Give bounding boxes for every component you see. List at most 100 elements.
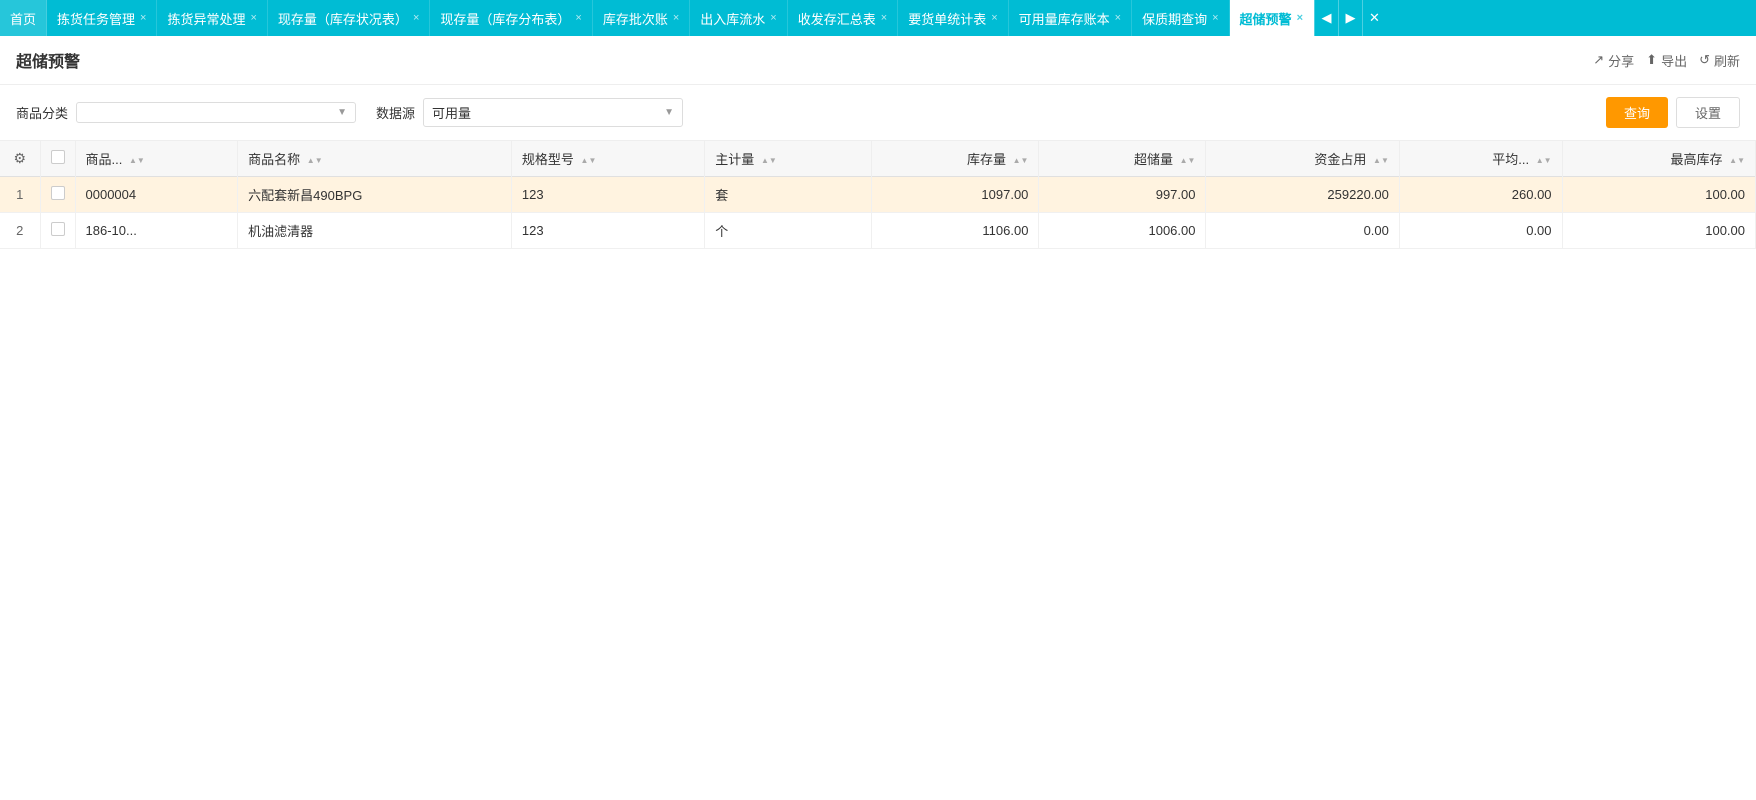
row-checkbox[interactable]	[51, 186, 65, 200]
nav-prev-button[interactable]: ◀	[1314, 0, 1338, 36]
chevron-down-icon: ▼	[664, 107, 674, 118]
row-max-stock: 100.00	[1562, 213, 1755, 249]
close-icon[interactable]: ×	[413, 12, 419, 24]
row-index: 2	[0, 213, 40, 249]
sort-icon: ▲▼	[1536, 157, 1552, 165]
row-unit: 套	[705, 177, 872, 213]
close-icon[interactable]: ×	[1212, 12, 1218, 24]
close-icon[interactable]: ×	[1297, 12, 1303, 24]
nav-item-pick-abnormal[interactable]: 拣货异常处理 ×	[157, 0, 267, 36]
data-source-value: 可用量	[432, 103, 471, 122]
close-icon[interactable]: ×	[673, 12, 679, 24]
share-button[interactable]: ↗ 分享	[1593, 51, 1634, 70]
data-table: ⚙ 商品... ▲▼ 商品名称 ▲▼ 规格型号 ▲▼	[0, 141, 1756, 249]
row-unit: 个	[705, 213, 872, 249]
row-avg: 260.00	[1399, 177, 1562, 213]
filter-actions: 查询 设置	[1606, 97, 1740, 128]
nav-item-stock-dist[interactable]: 现存量（库存分布表） ×	[430, 0, 592, 36]
sort-icon: ▲▼	[581, 157, 597, 165]
nav-item-home[interactable]: 首页	[0, 0, 47, 36]
nav-next-button[interactable]: ▶	[1338, 0, 1362, 36]
data-source-select[interactable]: 可用量 ▼	[423, 98, 683, 127]
row-product-name: 机油滤清器	[238, 213, 512, 249]
page-header: 超储预警 ↗ 分享 ⬆ 导出 ↺ 刷新	[0, 36, 1756, 85]
page-title: 超储预警	[16, 48, 80, 72]
table-row: 2 186-10... 机油滤清器 123 个 1106.00 1006.00 …	[0, 213, 1756, 249]
th-stock[interactable]: 库存量 ▲▼	[872, 141, 1039, 177]
row-product-code: 0000004	[75, 177, 238, 213]
select-all-checkbox[interactable]	[51, 150, 65, 164]
filter-bar: 商品分类 ▼ 数据源 可用量 ▼ 查询 设置	[0, 85, 1756, 141]
product-category-select[interactable]: ▼	[76, 102, 356, 123]
row-spec: 123	[511, 213, 704, 249]
product-category-label: 商品分类	[16, 103, 68, 122]
row-capital: 259220.00	[1206, 177, 1399, 213]
sort-icon: ▲▼	[307, 157, 323, 165]
close-icon[interactable]: ×	[250, 12, 256, 24]
sort-icon: ▲▼	[129, 157, 145, 165]
row-product-code: 186-10...	[75, 213, 238, 249]
close-icon[interactable]: ×	[140, 12, 146, 24]
nav-item-flow[interactable]: 出入库流水 ×	[690, 0, 787, 36]
sort-icon: ▲▼	[761, 157, 777, 165]
th-product-code[interactable]: 商品... ▲▼	[75, 141, 238, 177]
th-spec[interactable]: 规格型号 ▲▼	[511, 141, 704, 177]
row-stock: 1097.00	[872, 177, 1039, 213]
th-max-stock[interactable]: 最高库存 ▲▼	[1562, 141, 1755, 177]
gear-icon[interactable]: ⚙	[13, 150, 26, 166]
th-overstock[interactable]: 超储量 ▲▼	[1039, 141, 1206, 177]
refresh-icon: ↺	[1699, 52, 1710, 68]
nav-item-pick-task[interactable]: 拣货任务管理 ×	[47, 0, 157, 36]
row-capital: 0.00	[1206, 213, 1399, 249]
nav-item-summary[interactable]: 收发存汇总表 ×	[788, 0, 898, 36]
table-header-row: ⚙ 商品... ▲▼ 商品名称 ▲▼ 规格型号 ▲▼	[0, 141, 1756, 177]
th-checkbox[interactable]	[40, 141, 75, 177]
sort-icon: ▲▼	[1013, 157, 1029, 165]
chevron-down-icon: ▼	[337, 107, 347, 118]
close-icon[interactable]: ×	[770, 12, 776, 24]
top-nav: 首页 拣货任务管理 × 拣货异常处理 × 现存量（库存状况表） × 现存量（库存…	[0, 0, 1756, 36]
data-source-label: 数据源	[376, 103, 415, 122]
row-max-stock: 100.00	[1562, 177, 1755, 213]
header-actions: ↗ 分享 ⬆ 导出 ↺ 刷新	[1593, 51, 1740, 70]
row-checkbox-cell[interactable]	[40, 213, 75, 249]
share-icon: ↗	[1593, 52, 1604, 68]
refresh-button[interactable]: ↺ 刷新	[1699, 51, 1740, 70]
nav-item-available[interactable]: 可用量库存账本 ×	[1009, 0, 1132, 36]
th-product-name[interactable]: 商品名称 ▲▼	[238, 141, 512, 177]
nav-item-overstock[interactable]: 超储预警 ×	[1230, 0, 1314, 36]
row-avg: 0.00	[1399, 213, 1562, 249]
close-icon[interactable]: ×	[1115, 12, 1121, 24]
row-product-name: 六配套新昌490BPG	[238, 177, 512, 213]
sort-icon: ▲▼	[1180, 157, 1196, 165]
nav-close-button[interactable]: ✕	[1362, 0, 1386, 36]
row-checkbox-cell[interactable]	[40, 177, 75, 213]
row-overstock: 1006.00	[1039, 213, 1206, 249]
settings-button[interactable]: 设置	[1676, 97, 1740, 128]
th-capital[interactable]: 资金占用 ▲▼	[1206, 141, 1399, 177]
table-container: ⚙ 商品... ▲▼ 商品名称 ▲▼ 规格型号 ▲▼	[0, 141, 1756, 249]
nav-item-stock-status[interactable]: 现存量（库存状况表） ×	[268, 0, 430, 36]
export-icon: ⬆	[1646, 52, 1657, 68]
close-icon[interactable]: ×	[991, 12, 997, 24]
row-index: 1	[0, 177, 40, 213]
row-checkbox[interactable]	[51, 222, 65, 236]
row-spec: 123	[511, 177, 704, 213]
table-row: 1 0000004 六配套新昌490BPG 123 套 1097.00 997.…	[0, 177, 1756, 213]
page-container: 超储预警 ↗ 分享 ⬆ 导出 ↺ 刷新 商品分类 ▼ 数据源	[0, 36, 1756, 800]
th-gear[interactable]: ⚙	[0, 141, 40, 177]
th-avg[interactable]: 平均... ▲▼	[1399, 141, 1562, 177]
close-icon[interactable]: ×	[881, 12, 887, 24]
row-stock: 1106.00	[872, 213, 1039, 249]
nav-item-order-stats[interactable]: 要货单统计表 ×	[898, 0, 1008, 36]
sort-icon: ▲▼	[1729, 157, 1745, 165]
export-button[interactable]: ⬆ 导出	[1646, 51, 1687, 70]
data-source-group: 数据源 可用量 ▼	[376, 98, 683, 127]
product-category-group: 商品分类 ▼	[16, 102, 356, 123]
close-icon[interactable]: ×	[575, 12, 581, 24]
query-button[interactable]: 查询	[1606, 97, 1668, 128]
nav-item-batch[interactable]: 库存批次账 ×	[593, 0, 690, 36]
row-overstock: 997.00	[1039, 177, 1206, 213]
nav-item-shelf-life[interactable]: 保质期查询 ×	[1132, 0, 1229, 36]
th-unit[interactable]: 主计量 ▲▼	[705, 141, 872, 177]
